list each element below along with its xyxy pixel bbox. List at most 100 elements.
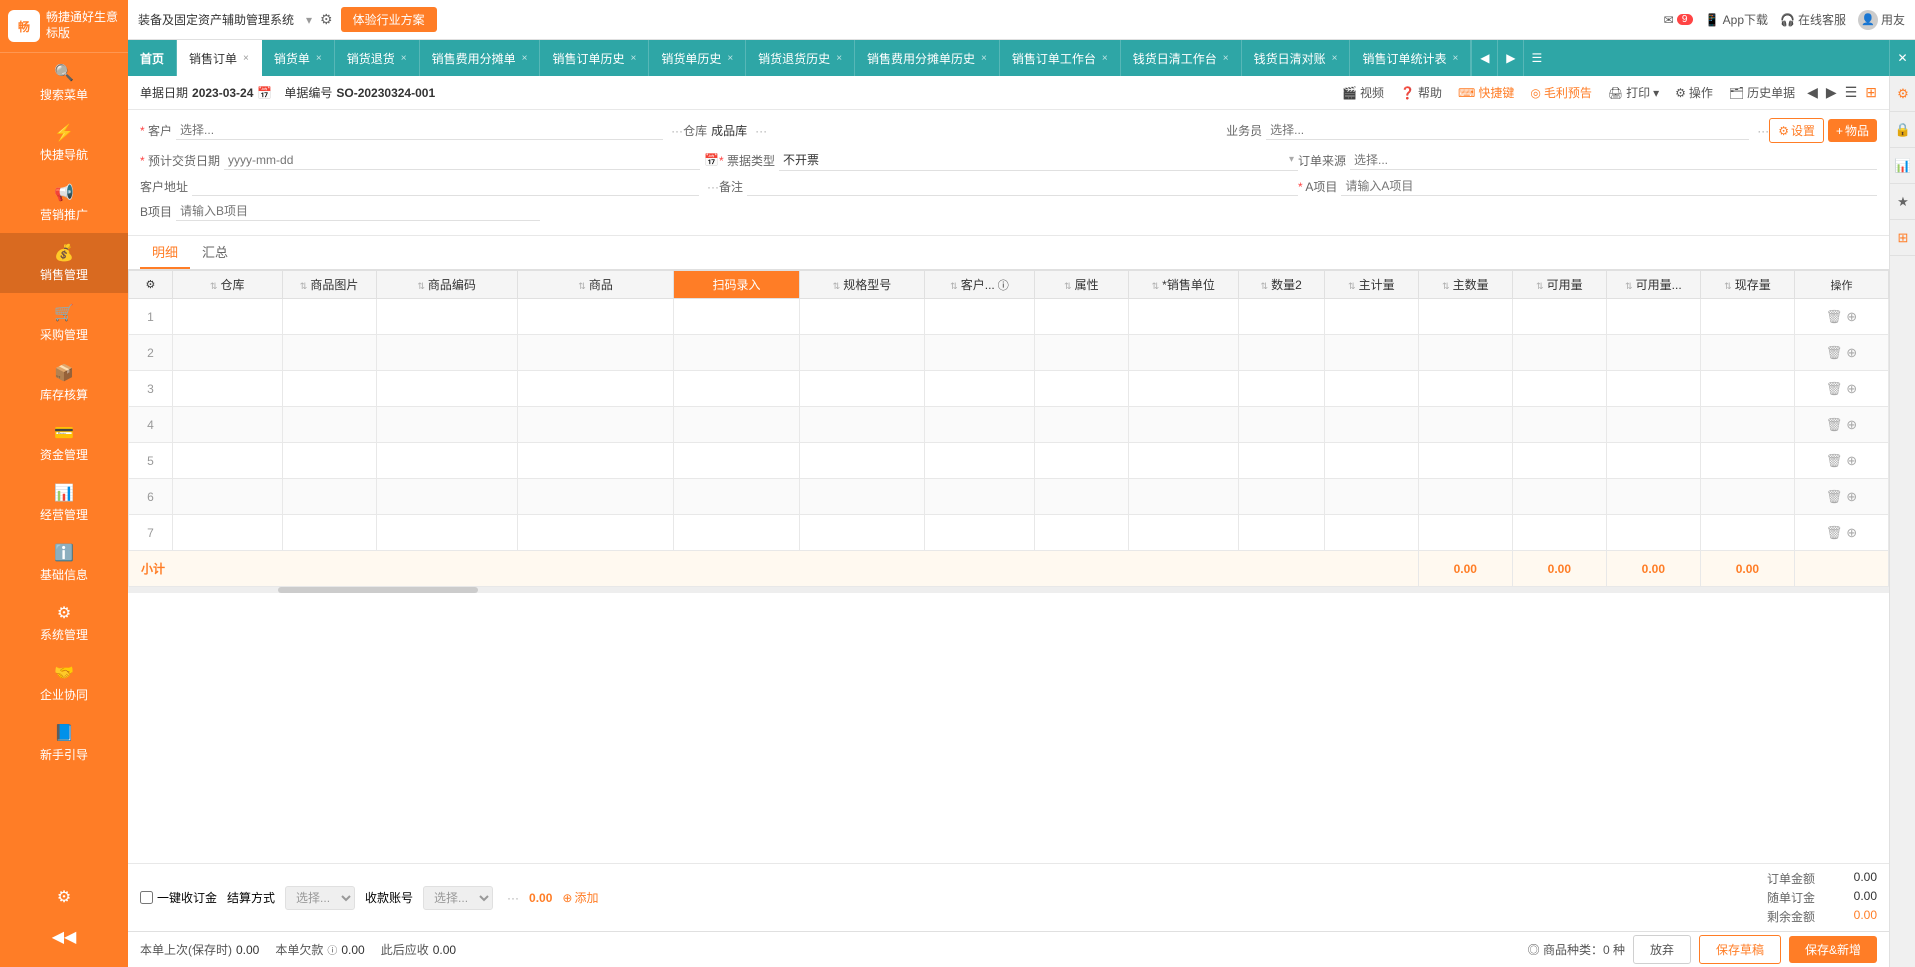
profit-btn[interactable]: ◎ 毛利预告 [1526, 82, 1596, 103]
tab-close-icon[interactable]: × [401, 53, 407, 64]
row-copy-icon[interactable]: ⊕ [1846, 381, 1857, 397]
tab-sales-order[interactable]: 销售订单 × [177, 40, 262, 76]
help-btn[interactable]: ❓ 帮助 [1396, 82, 1446, 103]
tab-daily-workbench[interactable]: 钱货日清工作台 × [1121, 40, 1242, 76]
rp-settings-btn[interactable]: ⚙ [1890, 76, 1915, 112]
tab-close-icon[interactable]: × [1102, 53, 1108, 64]
sidebar-item-collapse[interactable]: ◀◀ [0, 917, 128, 957]
sidebar-item-base[interactable]: ℹ️ 基础信息 [0, 533, 128, 593]
tab-close-icon[interactable]: × [522, 53, 528, 64]
sidebar-item-settings-bottom[interactable]: ⚙ [0, 877, 128, 917]
order-source-input[interactable] [1350, 151, 1877, 170]
tab-next-btn[interactable]: ▶ [1497, 40, 1523, 76]
sidebar-item-sales[interactable]: 💰 销售管理 [0, 233, 128, 293]
a-project-input[interactable] [1341, 177, 1877, 196]
scroll-thumb[interactable] [278, 587, 478, 593]
rp-lock-btn[interactable]: 🔒 [1890, 112, 1915, 148]
sidebar-item-finance[interactable]: 💳 资金管理 [0, 413, 128, 473]
sidebar-item-guide[interactable]: 📘 新手引导 [0, 713, 128, 773]
row-copy-icon[interactable]: ⊕ [1846, 345, 1857, 361]
print-btn[interactable]: 🖨 打印 ▾ [1604, 82, 1663, 103]
tab-home[interactable]: 首页 [128, 40, 177, 76]
address-input[interactable] [192, 177, 699, 196]
app-download-item[interactable]: 📱 App下载 [1705, 11, 1768, 28]
tab-more-btn[interactable]: ☰ [1523, 40, 1549, 76]
view-btn[interactable]: 🎬 视频 [1338, 82, 1388, 103]
tab-close-all-btn[interactable]: ✕ [1889, 40, 1915, 76]
industry-solution-button[interactable]: 体验行业方案 [341, 7, 437, 32]
tab-close-icon[interactable]: × [1223, 53, 1229, 64]
ops-btn[interactable]: ⚙ 操作 [1671, 82, 1717, 103]
address-expand-icon[interactable]: ··· [707, 180, 719, 194]
toggle-right-btn[interactable]: ▶ [1826, 84, 1837, 101]
goods-button[interactable]: + 物品 [1828, 119, 1877, 142]
sidebar-item-collab[interactable]: 🤝 企业协同 [0, 653, 128, 713]
toggle-grid-btn[interactable]: ⊞ [1865, 84, 1877, 101]
tab-return-history[interactable]: 销货退货历史 × [746, 40, 855, 76]
user-avatar-item[interactable]: 👤 用友 [1858, 10, 1905, 30]
tab-order-history[interactable]: 销售订单历史 × [540, 40, 649, 76]
online-support-item[interactable]: 🎧 在线客服 [1780, 11, 1846, 28]
deposit-checkbox-label[interactable]: 一键收订金 [140, 889, 217, 906]
tab-sales-invoice[interactable]: 销货单 × [262, 40, 335, 76]
sidebar-item-system[interactable]: ⚙ 系统管理 [0, 593, 128, 653]
deposit-checkbox[interactable] [140, 891, 153, 904]
tab-close-icon[interactable]: × [836, 53, 842, 64]
topbar-gear-icon[interactable]: ⚙ [320, 11, 333, 28]
row-delete-icon[interactable]: 🗑 [1826, 525, 1843, 541]
customer-expand-icon[interactable]: ··· [671, 124, 683, 138]
rp-bookmark-btn[interactable]: ★ [1890, 184, 1915, 220]
tab-sales-return[interactable]: 销货退货 × [335, 40, 420, 76]
calendar-icon[interactable]: 📅 [257, 86, 272, 100]
row-delete-icon[interactable]: 🗑 [1826, 417, 1843, 433]
save-new-button[interactable]: 保存&新增 [1789, 936, 1877, 963]
sidebar-item-search[interactable]: 🔍 搜索菜单 [0, 53, 128, 113]
ticket-select[interactable]: 不开票 ▾ [779, 149, 1298, 171]
tab-close-icon[interactable]: × [1452, 53, 1458, 64]
tab-order-workbench[interactable]: 销售订单工作台 × [1000, 40, 1121, 76]
settings-button[interactable]: ⚙ 设置 [1769, 118, 1824, 143]
col-settings[interactable]: ⚙ [129, 271, 173, 299]
sidebar-item-operations[interactable]: 📊 经营管理 [0, 473, 128, 533]
row-copy-icon[interactable]: ⊕ [1846, 453, 1857, 469]
row-copy-icon[interactable]: ⊕ [1846, 417, 1857, 433]
row-delete-icon[interactable]: 🗑 [1826, 309, 1843, 325]
method-select[interactable]: 选择... [285, 886, 355, 910]
row-copy-icon[interactable]: ⊕ [1846, 309, 1857, 325]
customer-input[interactable] [176, 121, 663, 140]
sidebar-item-shortcut[interactable]: ⚡ 快捷导航 [0, 113, 128, 173]
discard-button[interactable]: 放弃 [1633, 935, 1691, 964]
sidebar-item-inventory[interactable]: 📦 库存核算 [0, 353, 128, 413]
row-copy-icon[interactable]: ⊕ [1846, 489, 1857, 505]
tab-prev-btn[interactable]: ◀ [1471, 40, 1497, 76]
tab-close-icon[interactable]: × [243, 53, 249, 64]
rp-chart-btn[interactable]: 📊 [1890, 148, 1915, 184]
delivery-input[interactable] [224, 151, 700, 170]
tab-invoice-history[interactable]: 销货单历史 × [649, 40, 746, 76]
note-input[interactable] [747, 177, 1298, 196]
account-expand-icon[interactable]: ··· [507, 891, 519, 905]
toggle-list-btn[interactable]: ☰ [1845, 84, 1858, 101]
history-btn[interactable]: 🗂 历史单据 [1725, 82, 1799, 103]
sidebar-item-marketing[interactable]: 📢 营销推广 [0, 173, 128, 233]
row-delete-icon[interactable]: 🗑 [1826, 453, 1843, 469]
b-project-input[interactable] [176, 202, 540, 221]
tab-close-icon[interactable]: × [316, 53, 322, 64]
tab-detail[interactable]: 明细 [140, 236, 190, 269]
delivery-calendar-icon[interactable]: 📅 [704, 153, 719, 167]
tab-sales-stats[interactable]: 销售订单统计表 × [1350, 40, 1471, 76]
row-delete-icon[interactable]: 🗑 [1826, 345, 1843, 361]
tab-summary[interactable]: 汇总 [190, 236, 240, 269]
message-icon-item[interactable]: ✉ 9 [1664, 13, 1693, 27]
shortcut-btn[interactable]: ⌨ 快捷键 [1454, 82, 1518, 103]
tab-fee-history[interactable]: 销售费用分摊单历史 × [855, 40, 1000, 76]
add-payment-button[interactable]: ⊕ 添加 [562, 889, 598, 906]
tab-close-icon[interactable]: × [1332, 53, 1338, 64]
save-draft-button[interactable]: 保存草稿 [1699, 935, 1781, 964]
warehouse-expand-icon[interactable]: ··· [755, 124, 767, 138]
row-copy-icon[interactable]: ⊕ [1846, 525, 1857, 541]
staff-expand-icon[interactable]: ··· [1757, 124, 1769, 138]
staff-input[interactable] [1266, 121, 1749, 140]
sidebar-item-purchase[interactable]: 🛒 采购管理 [0, 293, 128, 353]
rp-qr-btn[interactable]: ⊞ [1890, 220, 1915, 256]
